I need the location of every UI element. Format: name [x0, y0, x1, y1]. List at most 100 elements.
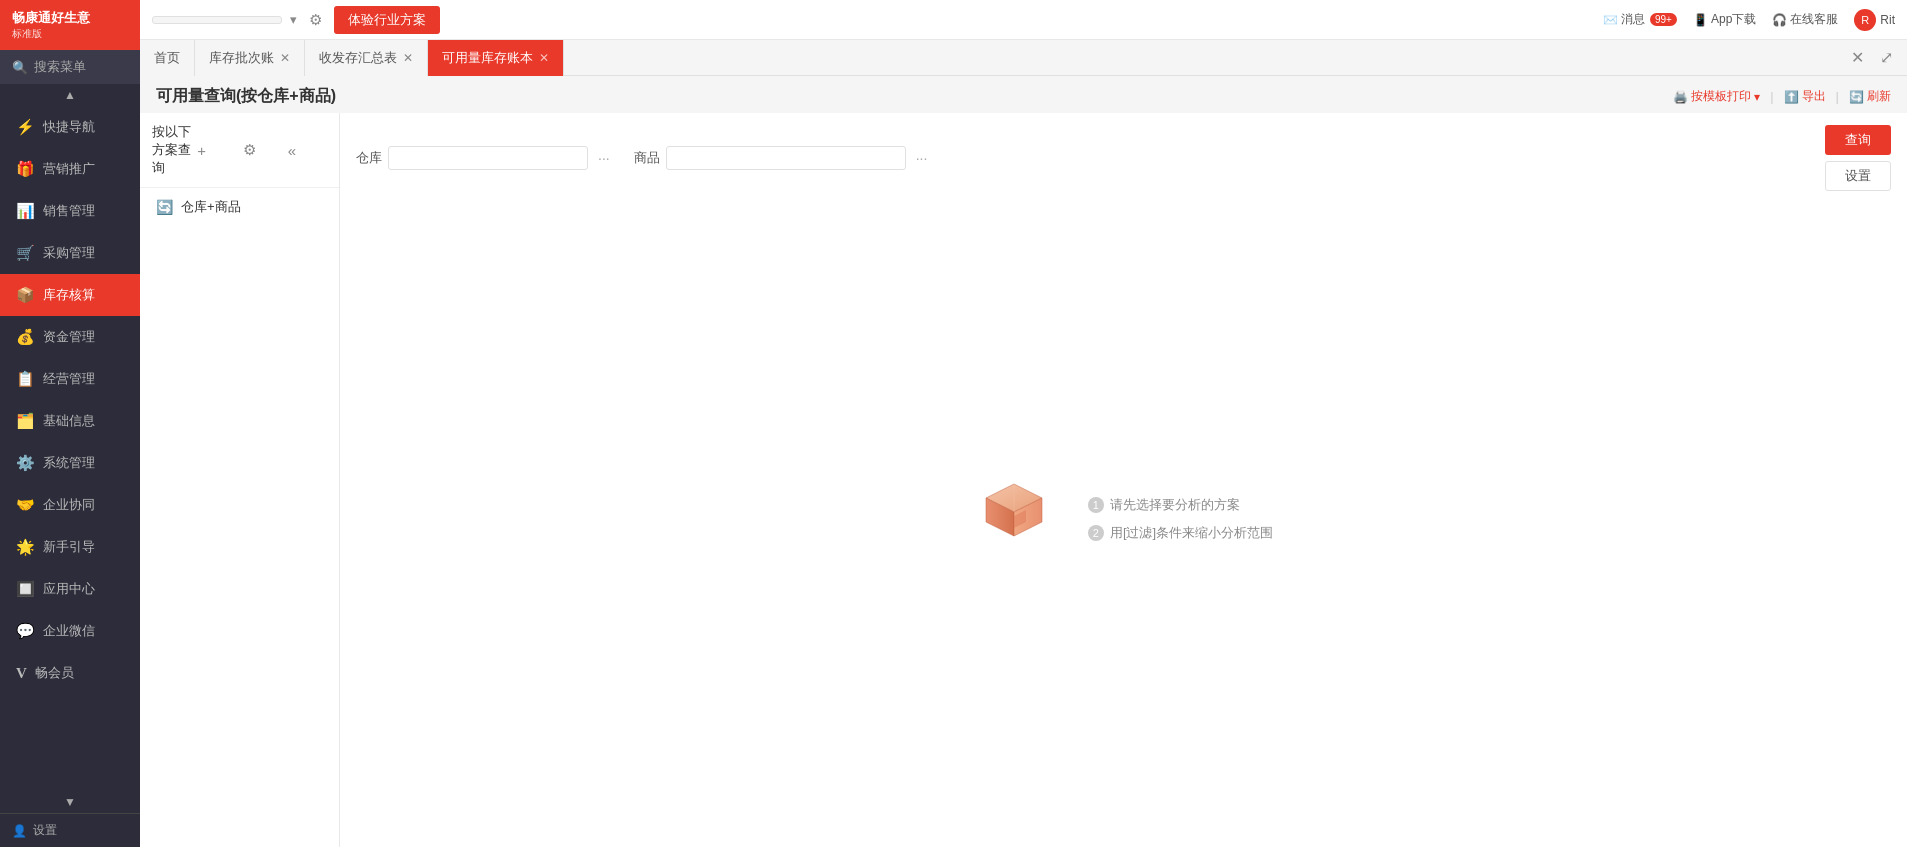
sidebar-item-label: 销售管理 [43, 202, 95, 220]
user-avatar: R [1854, 9, 1876, 31]
app-download-action[interactable]: 📱 App下载 [1693, 11, 1756, 28]
sidebar-item-system[interactable]: ⚙️ 系统管理 [0, 442, 140, 484]
tab-inventory-summary-label: 收发存汇总表 [319, 49, 397, 67]
sidebar-nav: ⚡ 快捷导航 🎁 营销推广 📊 销售管理 🛒 采购管理 📦 库存核算 💰 资金管… [0, 106, 140, 791]
scheme-panel-header: 按以下方案查询 + ⚙ « [140, 113, 339, 188]
topbar-search-box[interactable] [152, 16, 282, 24]
divider2: | [1836, 89, 1839, 104]
scheme-collapse-btn[interactable]: « [288, 142, 327, 159]
message-action[interactable]: ✉️ 消息 99+ [1603, 11, 1677, 28]
sidebar-logo-title: 畅康通好生意 [12, 10, 128, 27]
sidebar-item-label: 新手引导 [43, 538, 95, 556]
product-input[interactable] [666, 146, 906, 170]
sidebar-item-quick-nav[interactable]: ⚡ 快捷导航 [0, 106, 140, 148]
sidebar-item-basic[interactable]: 🗂️ 基础信息 [0, 400, 140, 442]
tip-num-2: 2 [1088, 525, 1104, 541]
operation-icon: 📋 [16, 370, 35, 388]
marketing-icon: 🎁 [16, 160, 35, 178]
print-label: 按模板打印 [1691, 88, 1751, 105]
scheme-item-warehouse-product[interactable]: 🔄 仓库+商品 [140, 188, 339, 226]
tabs-bar: 首页 库存批次账 ✕ 收发存汇总表 ✕ 可用量库存账本 ✕ ✕ ⤢ [140, 40, 1907, 76]
topbar: ▾ ⚙ 体验行业方案 ✉️ 消息 99+ 📱 App下载 🎧 在线客服 R Ri… [140, 0, 1907, 40]
filter-row: 仓库 ··· 商品 ··· 查询 设置 [356, 125, 1891, 191]
inventory-icon: 📦 [16, 286, 35, 304]
tab-expand-btn[interactable]: ⤢ [1874, 46, 1899, 69]
query-btn[interactable]: 查询 [1825, 125, 1891, 155]
sidebar-item-sales[interactable]: 📊 销售管理 [0, 190, 140, 232]
print-icon: 🖨️ [1673, 90, 1688, 104]
tip-text-2: 用[过滤]条件来缩小分析范围 [1110, 524, 1273, 542]
topbar-gear-icon[interactable]: ⚙ [305, 11, 326, 29]
sidebar-item-inventory[interactable]: 📦 库存核算 [0, 274, 140, 316]
tab-inventory-summary-close[interactable]: ✕ [403, 51, 413, 65]
tab-available-ledger-close[interactable]: ✕ [539, 51, 549, 65]
app-download-label: App下载 [1711, 11, 1756, 28]
export-icon: ⬆️ [1784, 90, 1799, 104]
sidebar-bottom-icon: 👤 [12, 824, 27, 838]
online-service-label: 在线客服 [1790, 11, 1838, 28]
sidebar-item-wechat[interactable]: 💬 企业微信 [0, 610, 140, 652]
tab-available-ledger[interactable]: 可用量库存账本 ✕ [428, 40, 564, 76]
refresh-btn[interactable]: 🔄 刷新 [1849, 88, 1891, 105]
filter-group-warehouse: 仓库 ··· [356, 146, 614, 170]
tab-inventory-summary[interactable]: 收发存汇总表 ✕ [305, 40, 428, 76]
message-label: 消息 [1621, 11, 1645, 28]
enterprise-icon: 🤝 [16, 496, 35, 514]
scheme-item-icon: 🔄 [156, 199, 173, 215]
quick-nav-icon: ⚡ [16, 118, 35, 136]
filter-group-product: 商品 ··· [634, 146, 932, 170]
tab-home[interactable]: 首页 [140, 40, 195, 76]
product-label: 商品 [634, 149, 660, 167]
page-header: 可用量查询(按仓库+商品) 🖨️ 按模板打印 ▾ | ⬆️ 导出 | 🔄 刷新 [140, 76, 1907, 113]
scheme-add-btn[interactable]: + [197, 142, 236, 159]
search-icon: 🔍 [12, 60, 28, 75]
sidebar-item-label: 系统管理 [43, 454, 95, 472]
sidebar-search[interactable]: 🔍 搜索菜单 [0, 50, 140, 84]
product-more-icon[interactable]: ··· [912, 150, 932, 166]
online-service-action[interactable]: 🎧 在线客服 [1772, 11, 1838, 28]
sidebar-item-appstore[interactable]: 🔲 应用中心 [0, 568, 140, 610]
sidebar-item-label: 资金管理 [43, 328, 95, 346]
print-btn[interactable]: 🖨️ 按模板打印 ▾ [1673, 88, 1760, 105]
settings-btn[interactable]: 设置 [1825, 161, 1891, 191]
sidebar-item-label: 畅会员 [35, 664, 74, 682]
tab-close-btn[interactable]: ✕ [1845, 46, 1870, 69]
tab-home-label: 首页 [154, 49, 180, 67]
purchase-icon: 🛒 [16, 244, 35, 262]
sidebar-bottom[interactable]: 👤 设置 [0, 813, 140, 847]
sidebar-item-marketing[interactable]: 🎁 营销推广 [0, 148, 140, 190]
export-label: 导出 [1802, 88, 1826, 105]
message-badge: 99+ [1650, 13, 1677, 26]
tab-batch-ledger-close[interactable]: ✕ [280, 51, 290, 65]
tip-1: 1 请先选择要分析的方案 [1088, 496, 1273, 514]
sidebar-item-purchase[interactable]: 🛒 采购管理 [0, 232, 140, 274]
scheme-settings-btn[interactable]: ⚙ [243, 141, 282, 159]
refresh-label: 刷新 [1867, 88, 1891, 105]
warehouse-input[interactable] [388, 146, 588, 170]
topbar-user[interactable]: R Rit [1854, 9, 1895, 31]
empty-tips: 1 请先选择要分析的方案 2 用[过滤]条件来缩小分析范围 [1088, 496, 1273, 542]
sidebar-logo: 畅康通好生意 标准版 [0, 0, 140, 50]
sales-icon: 📊 [16, 202, 35, 220]
topbar-actions: ✉️ 消息 99+ 📱 App下载 🎧 在线客服 R Rit [1603, 9, 1895, 31]
newbie-icon: 🌟 [16, 538, 35, 556]
warehouse-more-icon[interactable]: ··· [594, 150, 614, 166]
scheme-panel-title: 按以下方案查询 [152, 123, 191, 177]
sidebar-scroll-down[interactable]: ▼ [0, 791, 140, 813]
sidebar-item-operation[interactable]: 📋 经营管理 [0, 358, 140, 400]
sidebar-item-finance[interactable]: 💰 资金管理 [0, 316, 140, 358]
refresh-icon: 🔄 [1849, 90, 1864, 104]
tab-batch-ledger[interactable]: 库存批次账 ✕ [195, 40, 305, 76]
empty-illustration [974, 474, 1064, 564]
export-btn[interactable]: ⬆️ 导出 [1784, 88, 1826, 105]
sidebar-item-enterprise[interactable]: 🤝 企业协同 [0, 484, 140, 526]
trial-btn[interactable]: 体验行业方案 [334, 6, 440, 34]
appstore-icon: 🔲 [16, 580, 35, 598]
topbar-dropdown-icon[interactable]: ▾ [290, 12, 297, 27]
sidebar-item-vip[interactable]: V 畅会员 [0, 652, 140, 694]
sidebar-item-label: 快捷导航 [43, 118, 95, 136]
sidebar-item-newbie[interactable]: 🌟 新手引导 [0, 526, 140, 568]
print-dropdown-icon[interactable]: ▾ [1754, 90, 1760, 104]
sidebar-item-label: 企业微信 [43, 622, 95, 640]
sidebar-scroll-up[interactable]: ▲ [0, 84, 140, 106]
